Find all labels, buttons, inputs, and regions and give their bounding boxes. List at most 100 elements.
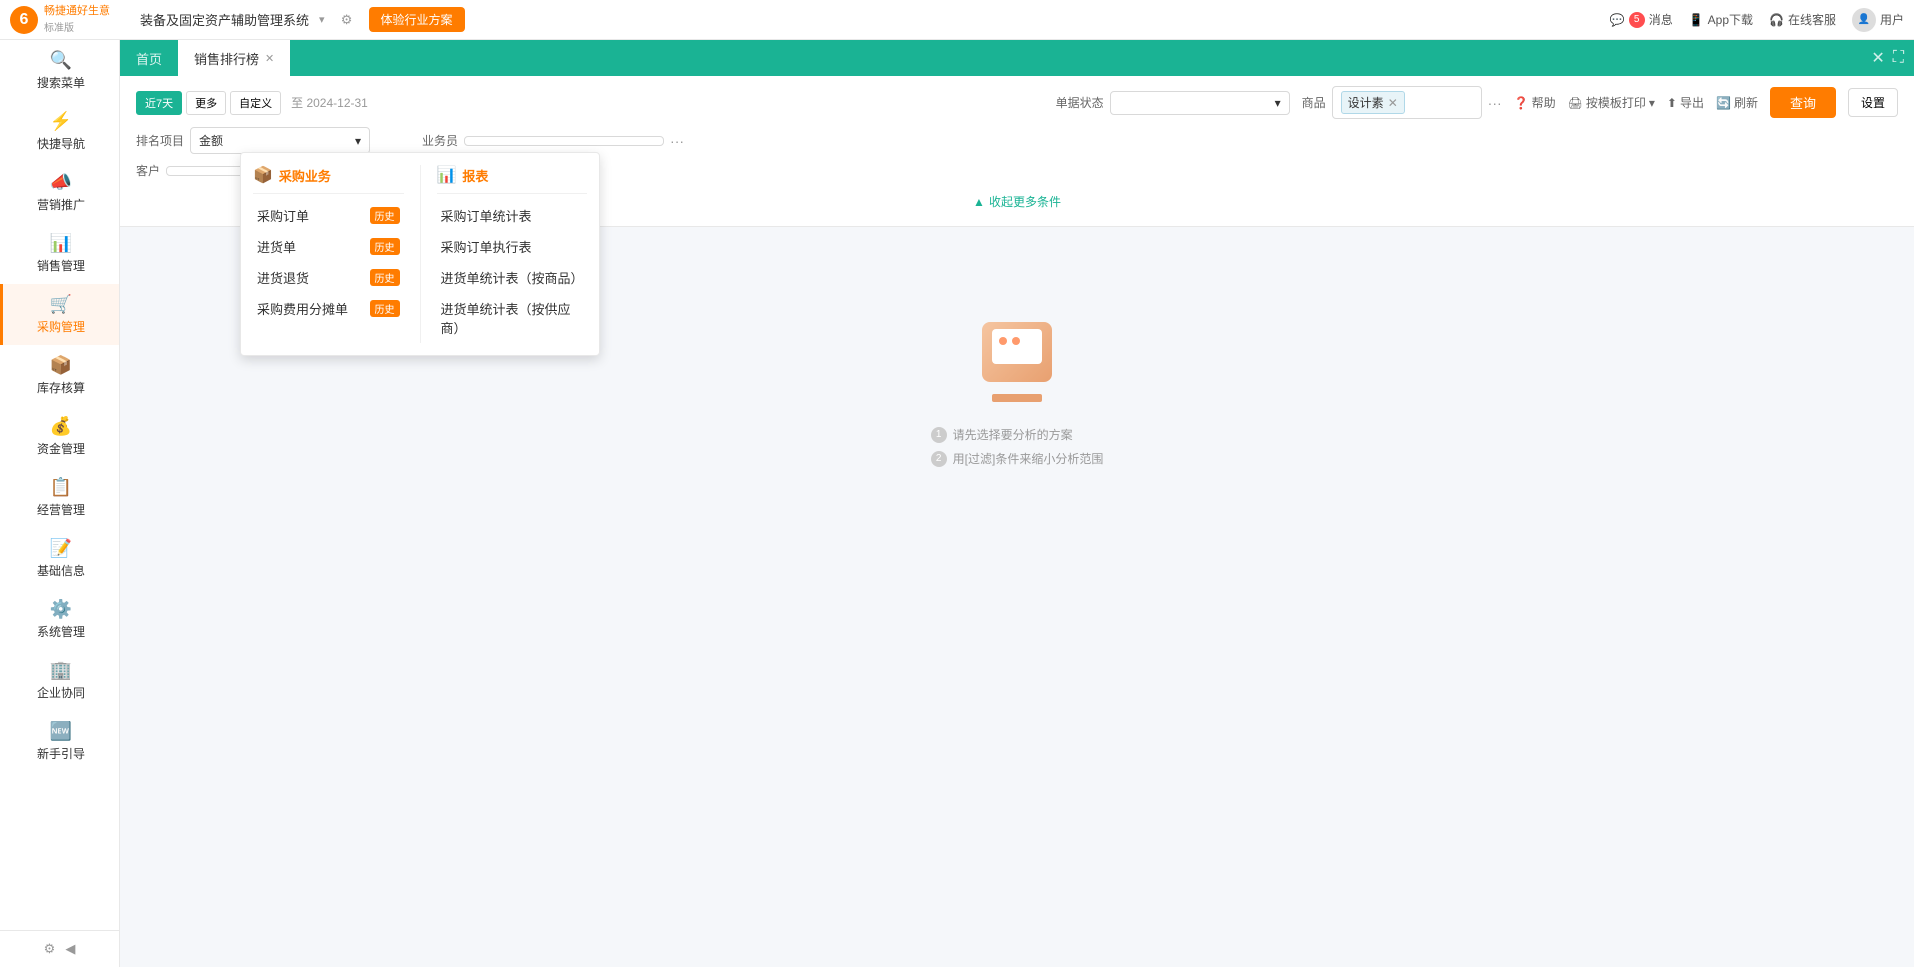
dropdown-item-purchase-order-exec[interactable]: 采购订单执行表: [437, 231, 588, 262]
salesperson-ellipsis-icon[interactable]: ···: [670, 133, 684, 149]
tip-num-2: 2: [931, 451, 947, 467]
sidebar-settings-icon[interactable]: ⚙: [44, 941, 56, 957]
help-icon: ❓: [1514, 96, 1529, 110]
online-service-btn[interactable]: 🎧 在线客服: [1769, 11, 1836, 28]
tab-home-label: 首页: [136, 49, 162, 68]
sidebar-collapse-icon[interactable]: ◀: [65, 941, 75, 957]
dropdown-item-expense[interactable]: 采购费用分摊单 历史: [253, 293, 404, 324]
sidebar-item-system[interactable]: ⚙️ 系统管理: [0, 589, 119, 650]
export-label: 导出: [1680, 94, 1704, 111]
tab-sales-rank-label: 销售排行榜: [194, 49, 259, 68]
product-tag-text: 设计素: [1348, 94, 1384, 111]
sidebar-item-label-guide: 新手引导: [37, 745, 85, 762]
logo-icon: 6: [10, 6, 38, 34]
dropdown-item-inbound[interactable]: 进货单 历史: [253, 231, 404, 262]
sidebar-item-inventory[interactable]: 📦 库存核算: [0, 345, 119, 406]
marketing-icon: 📣: [50, 172, 72, 193]
sidebar-item-label-purchase: 采购管理: [37, 318, 85, 335]
product-tag: 设计素 ✕: [1341, 91, 1405, 114]
tab-sales-rank[interactable]: 销售排行榜 ✕: [178, 40, 290, 76]
filter-row-2: 排名项目 金额 ▾ 业务员 ···: [136, 127, 1898, 154]
tip-num-1: 1: [931, 427, 947, 443]
header-settings-btn[interactable]: ⚙: [335, 8, 359, 32]
logo-sub: 标准版: [44, 19, 110, 34]
sidebar-item-search[interactable]: 🔍 搜索菜单: [0, 40, 119, 101]
dropdown-item-return[interactable]: 进货退货 历史: [253, 262, 404, 293]
sidebar-item-label-operation: 经营管理: [37, 501, 85, 518]
page-content: 近7天 更多 自定义 至 2024-12-31 单据状态 ▾: [120, 76, 1914, 967]
product-ellipsis-icon[interactable]: ···: [1488, 95, 1502, 111]
query-btn[interactable]: 查询: [1770, 87, 1836, 118]
basic-icon: 📝: [50, 538, 72, 559]
tab-fullscreen-icon[interactable]: ⛶: [1893, 49, 1904, 67]
expense-label: 采购费用分摊单: [257, 299, 348, 318]
dropdown-item-inbound-stat-supplier[interactable]: 进货单统计表（按供应商）: [437, 293, 588, 343]
date-range-text: 至 2024-12-31: [291, 94, 368, 111]
empty-tips: 1 请先选择要分析的方案 2 用[过滤]条件来缩小分析范围: [931, 423, 1104, 471]
sidebar-item-quick-nav[interactable]: ⚡ 快捷导航: [0, 101, 119, 162]
messages-label: 消息: [1649, 11, 1673, 28]
tab-home[interactable]: 首页: [120, 40, 178, 76]
product-select[interactable]: 设计素 ✕: [1332, 86, 1482, 119]
industry-btn[interactable]: 体验行业方案: [369, 7, 465, 32]
inbound-stat-product-label: 进货单统计表（按商品）: [441, 268, 584, 287]
user-btn[interactable]: 👤 用户: [1852, 8, 1904, 32]
sidebar-item-basic[interactable]: 📝 基础信息: [0, 528, 119, 589]
purchase-order-label: 采购订单: [257, 206, 309, 225]
sidebar-item-finance[interactable]: 💰 资金管理: [0, 406, 119, 467]
sidebar-item-enterprise[interactable]: 🏢 企业协同: [0, 650, 119, 711]
product-tag-close-icon[interactable]: ✕: [1388, 96, 1398, 110]
system-title-arrow-icon[interactable]: ▾: [319, 13, 325, 26]
dropdown-purchase-col: 📦 采购业务 采购订单 历史 进货单 历史 进货退货: [241, 165, 416, 343]
filter-settings-btn[interactable]: 设置: [1848, 88, 1898, 117]
inbound-history-badge: 历史: [370, 238, 400, 255]
date-btn-more[interactable]: 更多: [186, 91, 226, 115]
refresh-btn[interactable]: 🔄 刷新: [1716, 94, 1758, 111]
guide-icon: 🆕: [50, 721, 72, 742]
collapse-arrow-icon: ▲: [973, 195, 985, 209]
salesperson-label: 业务员: [422, 132, 458, 149]
sidebar-item-purchase[interactable]: 🛒 采购管理: [0, 284, 119, 345]
report-col-title-text: 报表: [462, 166, 488, 185]
dropdown-item-purchase-order-stat[interactable]: 采购订单统计表: [437, 200, 588, 231]
salesperson-select[interactable]: [464, 136, 664, 146]
print-btn[interactable]: 🖨 按模板打印 ▾: [1568, 94, 1655, 111]
system-icon: ⚙️: [50, 599, 72, 620]
date-btn-7days[interactable]: 近7天: [136, 91, 182, 115]
doc-status-select[interactable]: ▾: [1110, 91, 1290, 115]
inventory-icon: 📦: [50, 355, 72, 376]
inbound-label: 进货单: [257, 237, 296, 256]
return-label: 进货退货: [257, 268, 309, 287]
dropdown-item-inbound-stat-product[interactable]: 进货单统计表（按商品）: [437, 262, 588, 293]
quick-nav-icon: ⚡: [50, 111, 72, 132]
logo-text-area: 畅捷通好生意 标准版: [44, 5, 110, 33]
dropdown-divider: [420, 165, 421, 343]
date-btn-custom[interactable]: 自定义: [230, 91, 281, 115]
empty-tip-text-1: 请先选择要分析的方案: [953, 423, 1073, 447]
empty-tip-2: 2 用[过滤]条件来缩小分析范围: [931, 447, 1104, 471]
filter-product: 商品 设计素 ✕ ···: [1302, 86, 1502, 119]
user-label: 用户: [1880, 11, 1904, 28]
print-icon: 🖨: [1568, 96, 1583, 110]
content-area: 首页 销售排行榜 ✕ ✕ ⛶ 近7天 更多: [120, 40, 1914, 967]
filter-doc-status: 单据状态 ▾: [1056, 91, 1290, 115]
help-btn[interactable]: ❓ 帮助: [1514, 94, 1556, 111]
logo-area: 6 畅捷通好生意 标准版: [10, 5, 130, 33]
sidebar-footer: ⚙ ◀: [0, 930, 119, 967]
messages-btn[interactable]: 💬 5 消息: [1610, 11, 1673, 28]
sidebar-item-operation[interactable]: 📋 经营管理: [0, 467, 119, 528]
rank-select[interactable]: 金额 ▾: [190, 127, 370, 154]
dropdown-item-purchase-order[interactable]: 采购订单 历史: [253, 200, 404, 231]
search-icon: 🔍: [50, 50, 72, 71]
sidebar-item-label-sales: 销售管理: [37, 257, 85, 274]
app-download-btn[interactable]: 📱 App下载: [1689, 11, 1753, 28]
inbound-stat-supplier-label: 进货单统计表（按供应商）: [441, 299, 584, 337]
sidebar-item-guide[interactable]: 🆕 新手引导: [0, 711, 119, 772]
report-col-icon: 📊: [437, 165, 457, 185]
sidebar-item-sales[interactable]: 📊 销售管理: [0, 223, 119, 284]
export-btn[interactable]: ⬆ 导出: [1667, 94, 1704, 111]
app-download-label: App下载: [1708, 11, 1753, 28]
sidebar-item-marketing[interactable]: 📣 营销推广: [0, 162, 119, 223]
tab-close-icon[interactable]: ✕: [265, 52, 274, 65]
tab-close-all-icon[interactable]: ✕: [1871, 48, 1884, 68]
